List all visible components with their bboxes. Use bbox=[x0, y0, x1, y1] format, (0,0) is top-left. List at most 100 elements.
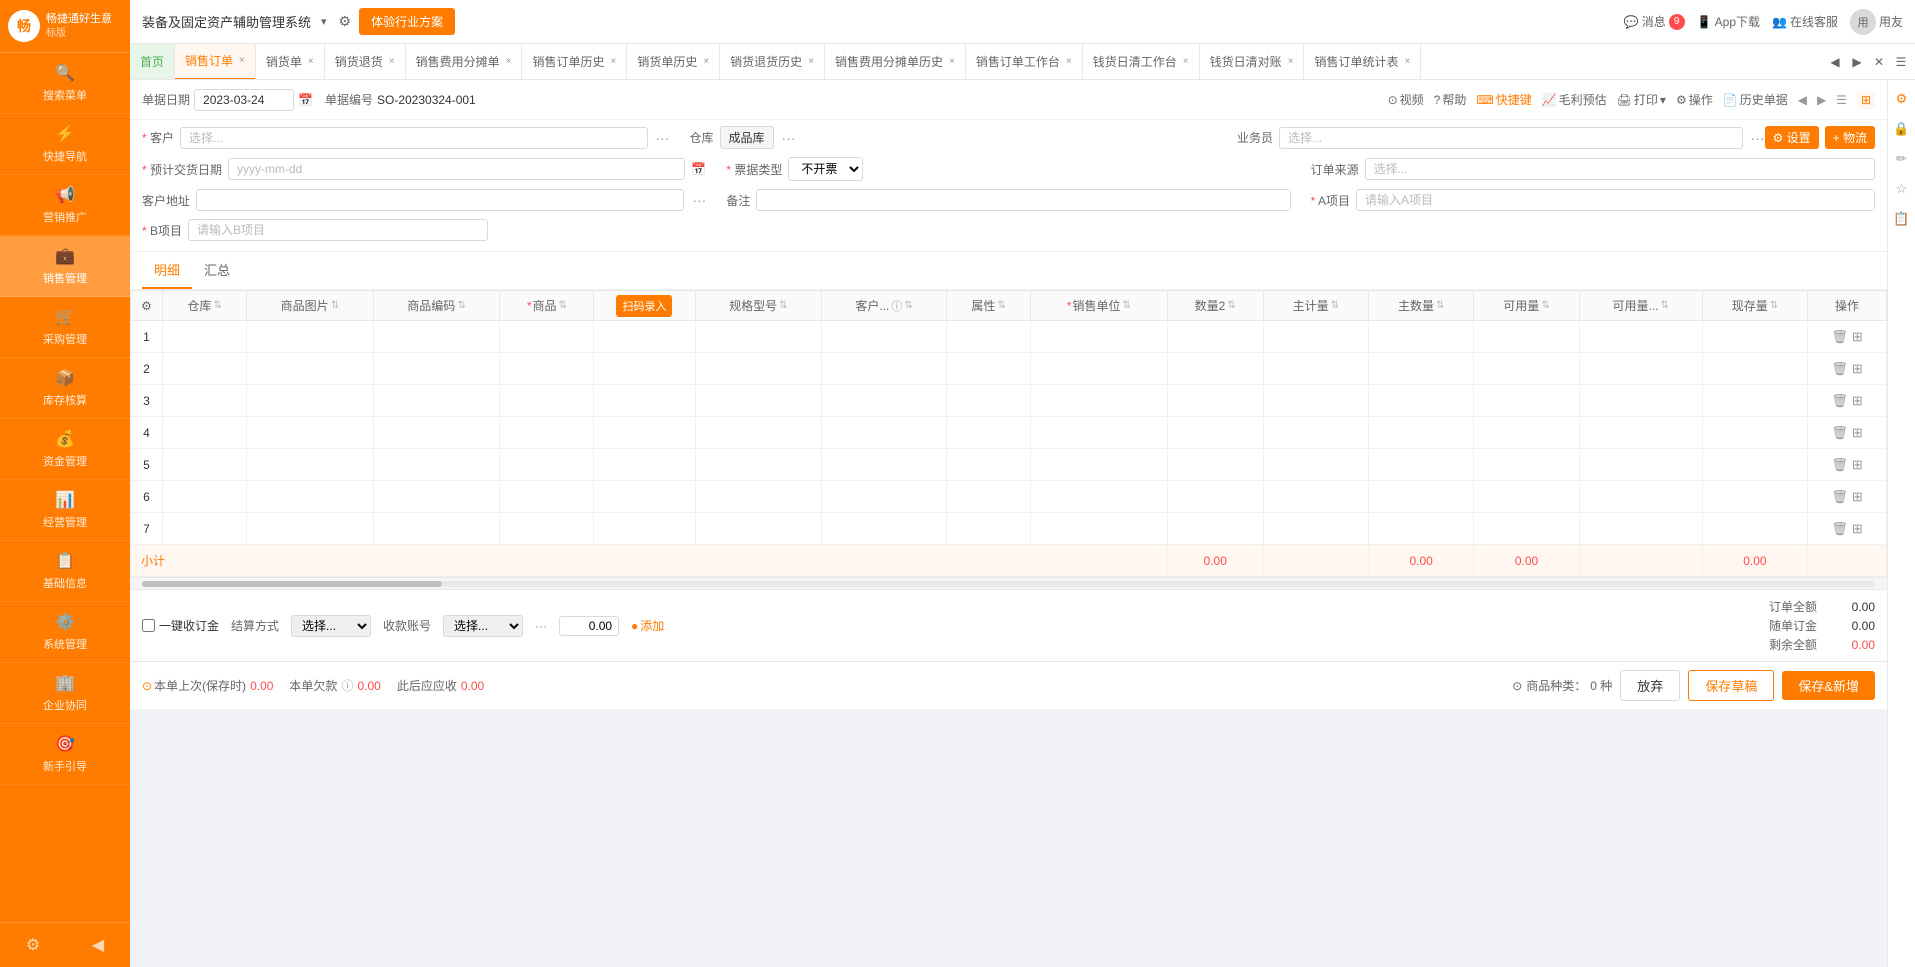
tab-sales-stat[interactable]: 销售订单统计表 × bbox=[1304, 44, 1421, 80]
row-5-warehouse[interactable] bbox=[163, 449, 247, 481]
row-7-main-unit[interactable] bbox=[1263, 513, 1368, 545]
row-1-available[interactable] bbox=[1474, 321, 1579, 353]
tab-sales-return[interactable]: 销货单 × bbox=[256, 44, 325, 80]
customer-input[interactable] bbox=[180, 127, 648, 149]
row-5-customer-info[interactable] bbox=[822, 449, 947, 481]
sidebar-item-sales[interactable]: 💼 销售管理 bbox=[0, 236, 130, 297]
rsp-settings-btn[interactable]: ⚙ bbox=[1891, 88, 1913, 110]
tab-sales-back[interactable]: 销货退货 × bbox=[325, 44, 406, 80]
row-2-scan[interactable] bbox=[594, 353, 695, 385]
addr-more-icon[interactable]: ··· bbox=[692, 192, 706, 208]
date-input[interactable] bbox=[194, 89, 294, 111]
tab-back-hist-close[interactable]: × bbox=[808, 56, 814, 67]
row-6-main-unit[interactable] bbox=[1263, 481, 1368, 513]
row-5-attribute[interactable] bbox=[947, 449, 1031, 481]
tab-sales-order[interactable]: 销售订单 × bbox=[175, 44, 256, 80]
row-3-main-unit[interactable] bbox=[1263, 385, 1368, 417]
tab-sales-stat-close[interactable]: × bbox=[1404, 56, 1410, 67]
row-3-available2[interactable] bbox=[1579, 385, 1702, 417]
sidebar-collapse-btn[interactable]: ◀ bbox=[88, 931, 108, 959]
row-4-customer-info[interactable] bbox=[822, 417, 947, 449]
row-1-product-img[interactable] bbox=[247, 321, 374, 353]
horizontal-scrollbar[interactable] bbox=[130, 577, 1887, 589]
row-7-scan[interactable] bbox=[594, 513, 695, 545]
b-project-input[interactable] bbox=[188, 219, 488, 241]
sidebar-item-basic[interactable]: 📋 基础信息 bbox=[0, 541, 130, 602]
row-3-spec[interactable] bbox=[695, 385, 822, 417]
tab-sales-back-close[interactable]: × bbox=[389, 56, 395, 67]
invoice-select[interactable]: 不开票 bbox=[788, 157, 863, 181]
row-2-product-img[interactable] bbox=[247, 353, 374, 385]
row-4-warehouse[interactable] bbox=[163, 417, 247, 449]
row-5-available[interactable] bbox=[1474, 449, 1579, 481]
form-list-view[interactable]: ☰ bbox=[1836, 93, 1847, 107]
row-4-spec[interactable] bbox=[695, 417, 822, 449]
sidebar-item-purchase[interactable]: 🛒 采购管理 bbox=[0, 297, 130, 358]
row-3-copy-icon[interactable]: ⊞ bbox=[1852, 393, 1863, 409]
row-7-product-img[interactable] bbox=[247, 513, 374, 545]
row-2-attribute[interactable] bbox=[947, 353, 1031, 385]
row-2-unit[interactable] bbox=[1031, 353, 1168, 385]
tab-order-hist[interactable]: 销售订单历史 × bbox=[522, 44, 627, 80]
row-7-attribute[interactable] bbox=[947, 513, 1031, 545]
industry-btn[interactable]: 体验行业方案 bbox=[359, 8, 455, 35]
row-3-delete-icon[interactable]: 🗑 bbox=[1831, 393, 1848, 409]
tab-return-hist-close[interactable]: × bbox=[703, 56, 709, 67]
row-2-available2[interactable] bbox=[1579, 353, 1702, 385]
tab-return-hist[interactable]: 销货单历史 × bbox=[627, 44, 720, 80]
row-7-unit[interactable] bbox=[1031, 513, 1168, 545]
row-4-scan[interactable] bbox=[594, 417, 695, 449]
row-7-customer-info[interactable] bbox=[822, 513, 947, 545]
profit-btn[interactable]: 📈 毛利预估 bbox=[1542, 91, 1607, 108]
row-1-unit[interactable] bbox=[1031, 321, 1168, 353]
this-order-info[interactable]: ⓘ bbox=[341, 677, 353, 694]
row-5-unit[interactable] bbox=[1031, 449, 1168, 481]
row-5-product-code[interactable] bbox=[373, 449, 500, 481]
sidebar-item-search[interactable]: 🔍 搜索菜单 bbox=[0, 53, 130, 114]
staff-more-icon[interactable]: ··· bbox=[1751, 130, 1765, 146]
messages-item[interactable]: 💬 消息 9 bbox=[1624, 13, 1685, 30]
row-6-product-code[interactable] bbox=[373, 481, 500, 513]
row-1-spec[interactable] bbox=[695, 321, 822, 353]
row-6-available[interactable] bbox=[1474, 481, 1579, 513]
row-6-product[interactable] bbox=[500, 481, 594, 513]
row-4-available2[interactable] bbox=[1579, 417, 1702, 449]
row-4-available[interactable] bbox=[1474, 417, 1579, 449]
sidebar-item-quick[interactable]: ⚡ 快捷导航 bbox=[0, 114, 130, 175]
scan-btn[interactable]: 扫码录入 bbox=[616, 295, 672, 317]
save-draft-btn[interactable]: 保存草稿 bbox=[1688, 670, 1774, 701]
row-2-current[interactable] bbox=[1702, 353, 1807, 385]
product-icon[interactable]: ⊙ bbox=[1512, 679, 1522, 693]
row-6-warehouse[interactable] bbox=[163, 481, 247, 513]
row-7-spec[interactable] bbox=[695, 513, 822, 545]
row-2-product[interactable] bbox=[500, 353, 594, 385]
rsp-edit-btn[interactable]: ✏ bbox=[1891, 148, 1913, 170]
topbar-gear-icon[interactable]: ⚙ bbox=[339, 13, 352, 30]
row-1-main-qty[interactable] bbox=[1368, 321, 1473, 353]
shortcut-btn[interactable]: ⌨ 快捷键 bbox=[1476, 91, 1531, 108]
row-6-attribute[interactable] bbox=[947, 481, 1031, 513]
row-6-main-qty[interactable] bbox=[1368, 481, 1473, 513]
user-item[interactable]: 用 用友 bbox=[1850, 9, 1903, 35]
form-nav-next[interactable]: ▶ bbox=[1817, 93, 1826, 107]
tab-next-btn[interactable]: ▶ bbox=[1847, 52, 1867, 72]
row-2-copy-icon[interactable]: ⊞ bbox=[1852, 361, 1863, 377]
scroll-thumb[interactable] bbox=[142, 581, 442, 587]
row-6-available2[interactable] bbox=[1579, 481, 1702, 513]
row-4-product-img[interactable] bbox=[247, 417, 374, 449]
row-6-spec[interactable] bbox=[695, 481, 822, 513]
add-btn[interactable]: ● 添加 bbox=[631, 617, 664, 634]
row-5-product[interactable] bbox=[500, 449, 594, 481]
row-4-product[interactable] bbox=[500, 417, 594, 449]
form-expand-btn[interactable]: ⊞ bbox=[1857, 91, 1875, 109]
row-2-available[interactable] bbox=[1474, 353, 1579, 385]
row-3-available[interactable] bbox=[1474, 385, 1579, 417]
gear-icon[interactable]: ⚙ bbox=[141, 299, 152, 313]
customer-more-icon[interactable]: ··· bbox=[656, 130, 670, 146]
account-select[interactable]: 选择... bbox=[443, 615, 523, 637]
tab-daily-clear[interactable]: 钱货日清工作台 × bbox=[1083, 44, 1200, 80]
row-2-customer-info[interactable] bbox=[822, 353, 947, 385]
row-3-main-qty[interactable] bbox=[1368, 385, 1473, 417]
row-7-product[interactable] bbox=[500, 513, 594, 545]
row-2-main-unit[interactable] bbox=[1263, 353, 1368, 385]
